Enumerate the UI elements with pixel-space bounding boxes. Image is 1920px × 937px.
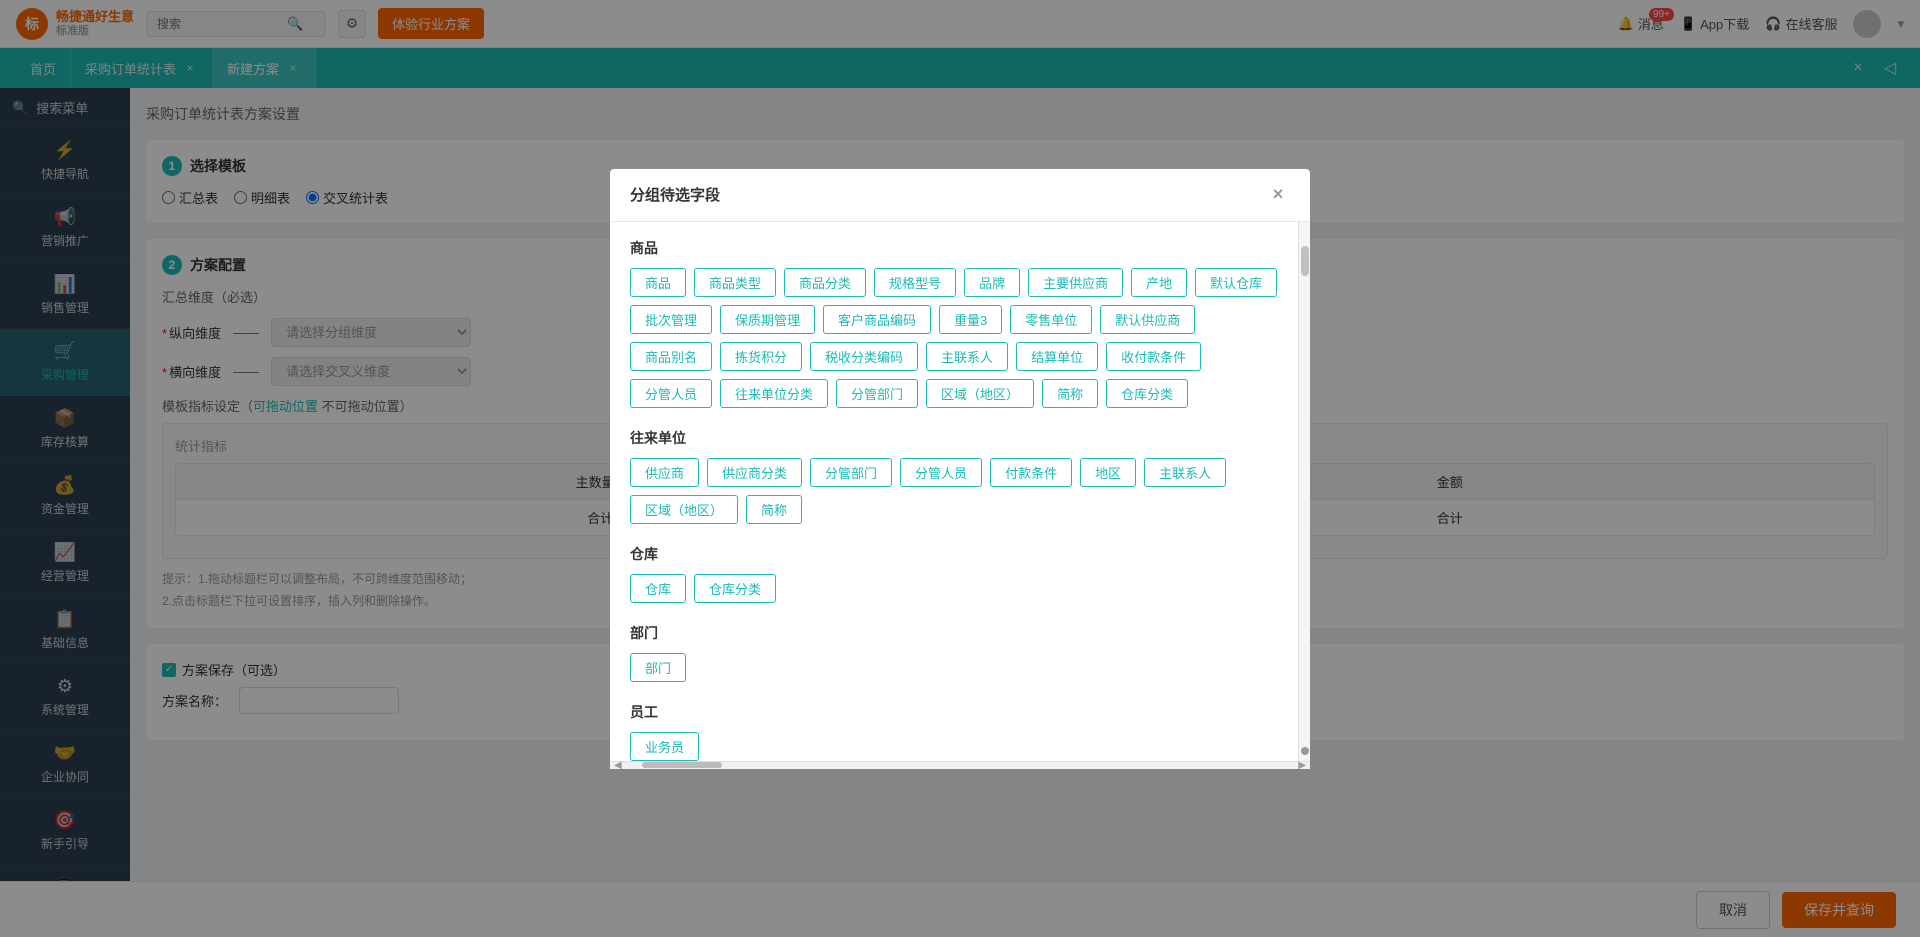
field-dept-in-charge-partner[interactable]: 分管部门 bbox=[810, 458, 892, 487]
section-department: 部门 部门 bbox=[630, 623, 1278, 682]
field-region-area-goods[interactable]: 区域（地区） bbox=[926, 379, 1034, 408]
field-weight3[interactable]: 重量3 bbox=[939, 305, 1002, 334]
dialog-title: 分组待选字段 bbox=[630, 184, 720, 205]
dialog-content-area: 商品 商品 商品类型 商品分类 规格型号 品牌 主要供应商 产地 默认仓库 批次… bbox=[610, 222, 1310, 761]
field-goods-alias[interactable]: 商品别名 bbox=[630, 342, 712, 371]
field-pick-points[interactable]: 拣货积分 bbox=[720, 342, 802, 371]
field-batch-mgmt[interactable]: 批次管理 bbox=[630, 305, 712, 334]
section-goods-title: 商品 bbox=[630, 238, 1278, 258]
field-goods-type[interactable]: 商品类型 bbox=[694, 268, 776, 297]
dialog-hscrollbar[interactable]: ◀ ▶ bbox=[610, 761, 1310, 769]
section-department-title: 部门 bbox=[630, 623, 1278, 643]
dialog-scrollbar[interactable] bbox=[1298, 222, 1310, 761]
section-goods: 商品 商品 商品类型 商品分类 规格型号 品牌 主要供应商 产地 默认仓库 批次… bbox=[630, 238, 1278, 408]
partner-fields: 供应商 供应商分类 分管部门 分管人员 付款条件 地区 主联系人 区域（地区） … bbox=[630, 458, 1278, 524]
dialog-scroll-bottom bbox=[1301, 747, 1309, 755]
field-main-contact-partner[interactable]: 主联系人 bbox=[1144, 458, 1226, 487]
field-dept-in-charge[interactable]: 分管部门 bbox=[836, 379, 918, 408]
field-main-contact[interactable]: 主联系人 bbox=[926, 342, 1008, 371]
field-payment-terms[interactable]: 收付款条件 bbox=[1106, 342, 1201, 371]
hscroll-thumb bbox=[642, 762, 722, 768]
field-region-area-partner[interactable]: 区域（地区） bbox=[630, 495, 738, 524]
field-supplier[interactable]: 供应商 bbox=[630, 458, 699, 487]
hscroll-left-arrow[interactable]: ◀ bbox=[614, 760, 622, 771]
field-abbreviation-goods[interactable]: 简称 bbox=[1042, 379, 1098, 408]
department-fields: 部门 bbox=[630, 653, 1278, 682]
section-partner: 往来单位 供应商 供应商分类 分管部门 分管人员 付款条件 地区 主联系人 区域… bbox=[630, 428, 1278, 524]
field-default-supplier[interactable]: 默认供应商 bbox=[1100, 305, 1195, 334]
section-warehouse: 仓库 仓库 仓库分类 bbox=[630, 544, 1278, 603]
section-warehouse-title: 仓库 bbox=[630, 544, 1278, 564]
field-customer-goods-code[interactable]: 客户商品编码 bbox=[823, 305, 931, 334]
hscroll-right-arrow[interactable]: ▶ bbox=[1298, 760, 1306, 771]
field-department[interactable]: 部门 bbox=[630, 653, 686, 682]
goods-fields: 商品 商品类型 商品分类 规格型号 品牌 主要供应商 产地 默认仓库 批次管理 … bbox=[630, 268, 1278, 408]
overlay: 分组待选字段 × 商品 商品 商品类型 商品分类 规格型号 品牌 主要供应商 产… bbox=[0, 0, 1920, 937]
section-partner-title: 往来单位 bbox=[630, 428, 1278, 448]
dialog-header: 分组待选字段 × bbox=[610, 169, 1310, 222]
field-supplier-category[interactable]: 供应商分类 bbox=[707, 458, 802, 487]
field-expiry-mgmt[interactable]: 保质期管理 bbox=[720, 305, 815, 334]
field-settlement-unit[interactable]: 结算单位 bbox=[1016, 342, 1098, 371]
dialog-body[interactable]: 商品 商品 商品类型 商品分类 规格型号 品牌 主要供应商 产地 默认仓库 批次… bbox=[610, 222, 1298, 761]
field-warehouse-category[interactable]: 仓库分类 bbox=[694, 574, 776, 603]
field-warehouse[interactable]: 仓库 bbox=[630, 574, 686, 603]
dialog: 分组待选字段 × 商品 商品 商品类型 商品分类 规格型号 品牌 主要供应商 产… bbox=[610, 169, 1310, 769]
field-tax-category-code[interactable]: 税收分类编码 bbox=[810, 342, 918, 371]
field-partner-category[interactable]: 往来单位分类 bbox=[720, 379, 828, 408]
field-responsible-person-partner[interactable]: 分管人员 bbox=[900, 458, 982, 487]
field-default-warehouse[interactable]: 默认仓库 bbox=[1195, 268, 1277, 297]
field-goods[interactable]: 商品 bbox=[630, 268, 686, 297]
warehouse-fields: 仓库 仓库分类 bbox=[630, 574, 1278, 603]
field-spec-model[interactable]: 规格型号 bbox=[874, 268, 956, 297]
field-payment-condition[interactable]: 付款条件 bbox=[990, 458, 1072, 487]
section-employee-title: 员工 bbox=[630, 702, 1278, 722]
field-retail-unit[interactable]: 零售单位 bbox=[1010, 305, 1092, 334]
field-brand[interactable]: 品牌 bbox=[964, 268, 1020, 297]
field-salesperson[interactable]: 业务员 bbox=[630, 732, 699, 761]
field-abbreviation-partner[interactable]: 简称 bbox=[746, 495, 802, 524]
dialog-close-btn[interactable]: × bbox=[1266, 183, 1290, 207]
field-origin[interactable]: 产地 bbox=[1131, 268, 1187, 297]
field-responsible-person[interactable]: 分管人员 bbox=[630, 379, 712, 408]
employee-fields: 业务员 bbox=[630, 732, 1278, 761]
field-goods-category[interactable]: 商品分类 bbox=[784, 268, 866, 297]
field-warehouse-category-goods[interactable]: 仓库分类 bbox=[1106, 379, 1188, 408]
dialog-scroll-thumb bbox=[1301, 246, 1309, 276]
field-main-supplier[interactable]: 主要供应商 bbox=[1028, 268, 1123, 297]
section-employee: 员工 业务员 bbox=[630, 702, 1278, 761]
field-region-partner[interactable]: 地区 bbox=[1080, 458, 1136, 487]
